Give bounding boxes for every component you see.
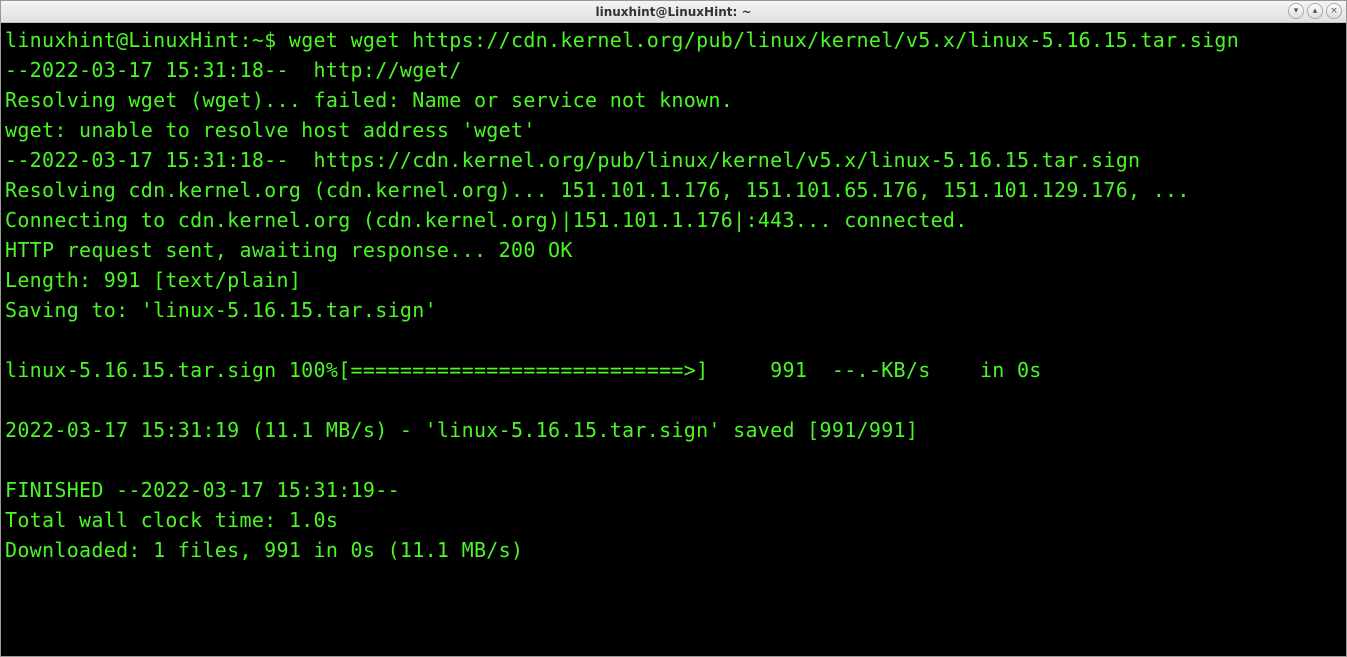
- terminal-area[interactable]: linuxhint@LinuxHint:~$ wget wget https:/…: [1, 23, 1346, 656]
- output-line: --2022-03-17 15:31:18-- http://wget/: [5, 58, 462, 82]
- output-line: --2022-03-17 15:31:18-- https://cdn.kern…: [5, 148, 1140, 172]
- prompt-symbol: $: [264, 28, 276, 52]
- terminal-window: linuxhint@LinuxHint: ~ ▾ ▴ × linuxhint@L…: [0, 0, 1347, 657]
- titlebar[interactable]: linuxhint@LinuxHint: ~ ▾ ▴ ×: [1, 1, 1346, 23]
- output-line: Total wall clock time: 1.0s: [5, 508, 338, 532]
- output-line: Resolving wget (wget)... failed: Name or…: [5, 88, 733, 112]
- window-controls: ▾ ▴ ×: [1288, 3, 1342, 19]
- output-line: 2022-03-17 15:31:19 (11.1 MB/s) - 'linux…: [5, 418, 918, 442]
- close-button[interactable]: ×: [1326, 3, 1342, 19]
- maximize-button[interactable]: ▴: [1307, 3, 1323, 19]
- close-icon: ×: [1330, 6, 1338, 16]
- prompt-path: ~: [252, 28, 264, 52]
- maximize-icon: ▴: [1313, 6, 1318, 16]
- window-title: linuxhint@LinuxHint: ~: [1, 5, 1346, 19]
- minimize-icon: ▾: [1294, 6, 1299, 16]
- minimize-button[interactable]: ▾: [1288, 3, 1304, 19]
- output-line: linux-5.16.15.tar.sign 100%[============…: [5, 358, 1042, 382]
- output-line: Connecting to cdn.kernel.org (cdn.kernel…: [5, 208, 968, 232]
- prompt-user-host: linuxhint@LinuxHint: [5, 28, 239, 52]
- output-line: Resolving cdn.kernel.org (cdn.kernel.org…: [5, 178, 1190, 202]
- command-text: wget wget https://cdn.kernel.org/pub/lin…: [289, 28, 1239, 52]
- output-line: Length: 991 [text/plain]: [5, 268, 301, 292]
- output-line: Downloaded: 1 files, 991 in 0s (11.1 MB/…: [5, 538, 523, 562]
- output-line: wget: unable to resolve host address 'wg…: [5, 118, 536, 142]
- output-line: HTTP request sent, awaiting response... …: [5, 238, 573, 262]
- output-line: FINISHED --2022-03-17 15:31:19--: [5, 478, 400, 502]
- output-line: Saving to: 'linux-5.16.15.tar.sign': [5, 298, 437, 322]
- prompt-separator: :: [239, 28, 251, 52]
